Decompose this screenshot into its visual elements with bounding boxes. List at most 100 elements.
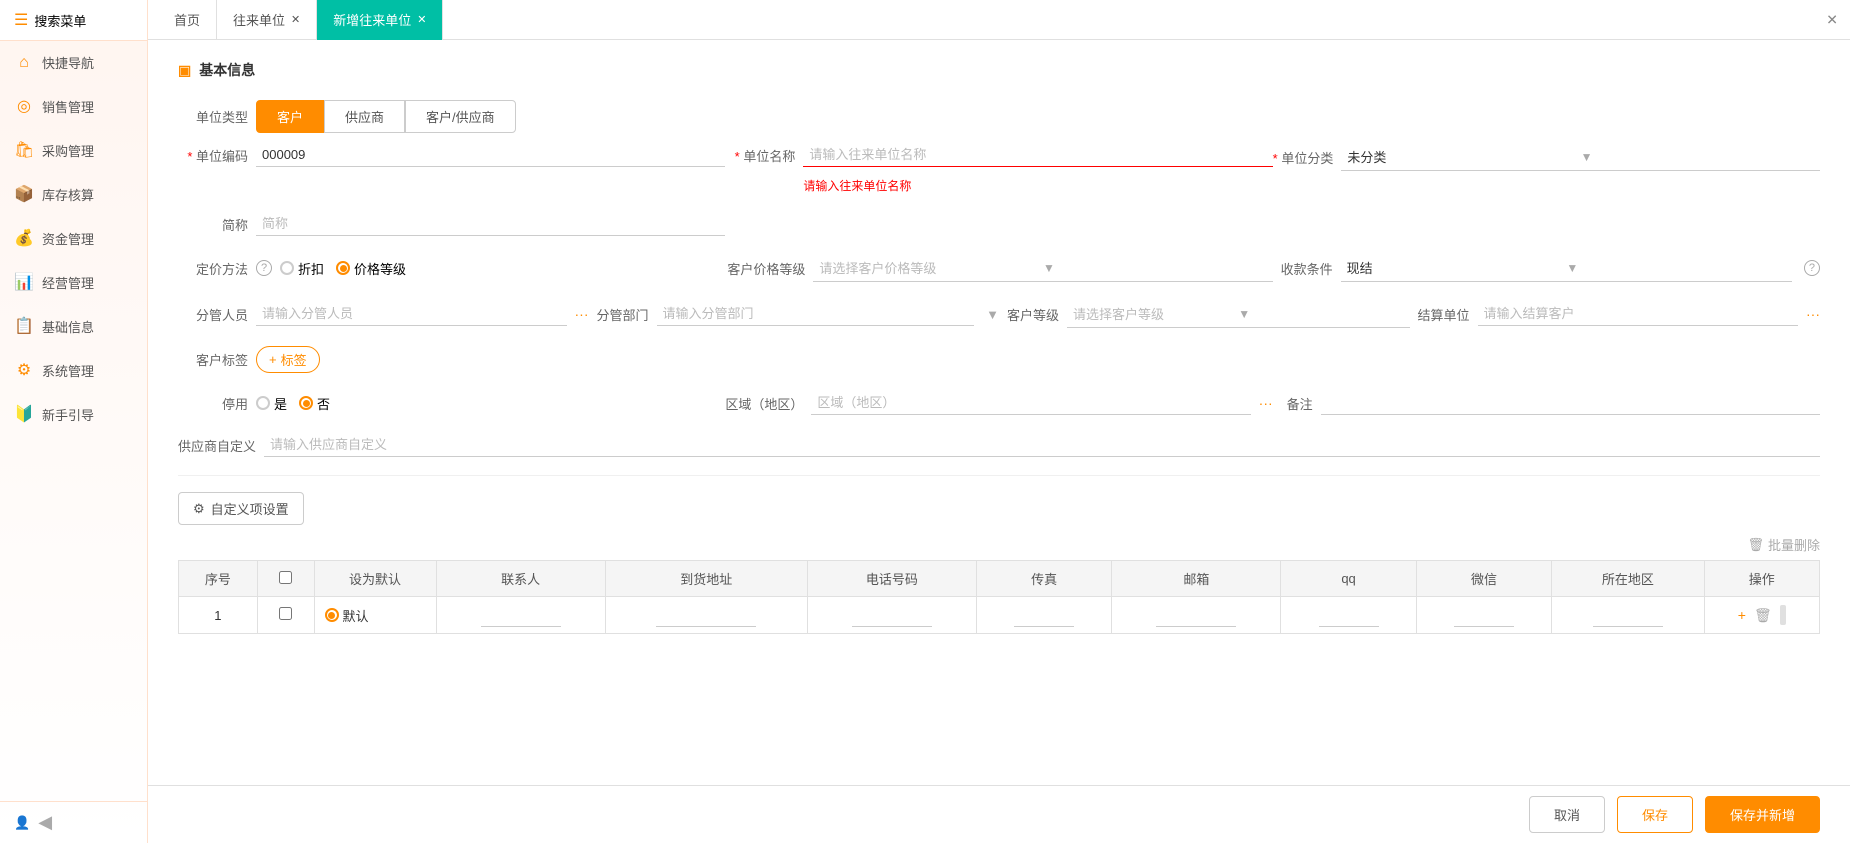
sidebar-item-label: 快捷导航 bbox=[42, 53, 94, 72]
tab-home[interactable]: 首页 bbox=[158, 0, 217, 40]
region-input[interactable] bbox=[811, 391, 1250, 415]
unit-code-input[interactable] bbox=[256, 143, 725, 167]
sidebar-item-sales[interactable]: ◎ 销售管理 bbox=[0, 84, 147, 128]
pricing-radio-discount[interactable]: 折扣 bbox=[280, 259, 324, 278]
bottom-bar: 取消 保存 保存并新增 bbox=[148, 785, 1850, 843]
cell-email bbox=[1112, 597, 1281, 634]
tab-home-label: 首页 bbox=[174, 10, 200, 29]
sidebar-item-label: 基础信息 bbox=[42, 317, 94, 336]
sidebar: ☰ 搜索菜单 ⌂ 快捷导航 ◎ 销售管理 🛍 采购管理 📦 库存核算 💰 资金管… bbox=[0, 0, 148, 843]
sidebar-item-system[interactable]: ⚙ 系统管理 bbox=[0, 348, 147, 392]
unit-code-label: 单位编码 bbox=[178, 146, 248, 165]
col-qq: qq bbox=[1281, 561, 1416, 597]
disabled-radio-group: 是 否 bbox=[256, 394, 330, 413]
payment-terms-group: 收款条件 现结 ▼ ? bbox=[1273, 254, 1820, 282]
save-new-button[interactable]: 保存并新增 bbox=[1705, 796, 1820, 833]
row-operations: + 🗑 bbox=[1715, 605, 1809, 625]
sidebar-item-quick-nav[interactable]: ⌂ 快捷导航 bbox=[0, 41, 147, 84]
tab-partners-label: 往来单位 bbox=[233, 10, 285, 29]
customer-price-level-select[interactable]: 请选择客户价格等级 ▼ bbox=[813, 254, 1272, 282]
row-checkbox[interactable] bbox=[279, 607, 292, 620]
region-table-input[interactable] bbox=[1593, 603, 1663, 627]
supplier-custom-input[interactable] bbox=[264, 433, 1820, 457]
manager-label: 分管人员 bbox=[178, 305, 248, 324]
phone-input[interactable] bbox=[852, 603, 932, 627]
settlement-more-icon[interactable]: ··· bbox=[1806, 306, 1820, 322]
pricing-grade-label: 价格等级 bbox=[354, 259, 406, 278]
purchase-icon: 🛍 bbox=[14, 140, 34, 160]
form-row-manager: 分管人员 ··· 分管部门 ▼ 客户等级 请选择客户等级 ▼ 结算单位 ··· bbox=[178, 300, 1820, 328]
disabled-group: 停用 是 否 bbox=[178, 394, 725, 413]
unit-name-input[interactable] bbox=[803, 143, 1272, 167]
batch-delete-label: 批量删除 bbox=[1768, 535, 1820, 554]
contact-input[interactable] bbox=[481, 603, 561, 627]
payment-terms-help-icon[interactable]: ? bbox=[1804, 260, 1820, 276]
settlement-unit-input[interactable] bbox=[1478, 302, 1799, 326]
short-name-label: 简称 bbox=[178, 215, 248, 234]
remark-input[interactable] bbox=[1321, 391, 1820, 415]
sidebar-item-basic-info[interactable]: 📋 基础信息 bbox=[0, 304, 147, 348]
payment-terms-select[interactable]: 现结 ▼ bbox=[1341, 254, 1792, 282]
tab-partners-close[interactable]: ✕ bbox=[291, 13, 300, 26]
sidebar-item-inventory[interactable]: 📦 库存核算 bbox=[0, 172, 147, 216]
dept-input[interactable] bbox=[657, 302, 975, 326]
unit-category-value: 未分类 bbox=[1347, 147, 1580, 166]
unit-category-select[interactable]: 未分类 ▼ bbox=[1341, 143, 1820, 171]
manager-more-icon[interactable]: ··· bbox=[575, 306, 589, 322]
close-all-tabs-button[interactable]: ✕ bbox=[1826, 11, 1838, 28]
short-name-input[interactable] bbox=[256, 212, 725, 236]
fax-input[interactable] bbox=[1014, 603, 1074, 627]
region-more-icon[interactable]: ··· bbox=[1259, 395, 1273, 411]
sidebar-item-guide[interactable]: 🔰 新手引导 bbox=[0, 392, 147, 436]
wechat-input[interactable] bbox=[1454, 603, 1514, 627]
supplier-custom-group: 供应商自定义 bbox=[178, 433, 1820, 457]
sidebar-collapse-icon[interactable]: ◀ bbox=[38, 812, 52, 833]
unit-type-customer-button[interactable]: 客户 bbox=[256, 100, 324, 133]
sidebar-item-operations[interactable]: 📊 经营管理 bbox=[0, 260, 147, 304]
pricing-help-icon[interactable]: ? bbox=[256, 260, 272, 276]
tab-new-partner-close[interactable]: ✕ bbox=[417, 13, 426, 26]
unit-type-supplier-button[interactable]: 供应商 bbox=[324, 100, 405, 133]
tab-partners[interactable]: 往来单位 ✕ bbox=[217, 0, 317, 40]
pricing-radio-grade[interactable]: 价格等级 bbox=[336, 259, 406, 278]
email-input[interactable] bbox=[1156, 603, 1236, 627]
customer-level-group: 客户等级 请选择客户等级 ▼ bbox=[999, 300, 1410, 328]
sidebar-item-purchase[interactable]: 🛍 采购管理 bbox=[0, 128, 147, 172]
delete-row-button[interactable]: 🗑 bbox=[1754, 607, 1772, 624]
drag-handle[interactable] bbox=[1780, 605, 1786, 625]
dept-group: 分管部门 ▼ bbox=[589, 302, 1000, 326]
manager-input[interactable] bbox=[256, 302, 567, 326]
no-label: 否 bbox=[317, 394, 330, 413]
operations-icon: 📊 bbox=[14, 272, 34, 292]
cancel-button[interactable]: 取消 bbox=[1529, 796, 1605, 833]
table-select-all[interactable] bbox=[279, 571, 292, 584]
col-phone: 电话号码 bbox=[807, 561, 976, 597]
section-title-text: 基本信息 bbox=[199, 60, 255, 80]
customer-level-label: 客户等级 bbox=[999, 305, 1059, 324]
add-row-button[interactable]: + bbox=[1738, 607, 1746, 623]
home-icon: ⌂ bbox=[14, 54, 34, 72]
set-default-radio[interactable]: 默认 bbox=[325, 606, 426, 625]
cell-fax bbox=[976, 597, 1111, 634]
unit-type-both-button[interactable]: 客户/供应商 bbox=[405, 100, 516, 133]
qq-input[interactable] bbox=[1319, 603, 1379, 627]
cell-contact bbox=[436, 597, 605, 634]
customer-tag-group: 客户标签 + 标签 bbox=[178, 346, 1820, 373]
tab-new-partner[interactable]: 新增往来单位 ✕ bbox=[317, 0, 443, 40]
address-input[interactable] bbox=[656, 603, 756, 627]
add-tag-button[interactable]: + 标签 bbox=[256, 346, 320, 373]
disabled-yes[interactable]: 是 bbox=[256, 394, 287, 413]
unit-code-group: 单位编码 bbox=[178, 143, 725, 167]
pricing-method-label: 定价方法 bbox=[178, 259, 248, 278]
sidebar-search[interactable]: ☰ 搜索菜单 bbox=[0, 0, 147, 41]
custom-settings-button[interactable]: ⚙ 自定义项设置 bbox=[178, 492, 304, 525]
sidebar-item-finance[interactable]: 💰 资金管理 bbox=[0, 216, 147, 260]
sidebar-bottom: 👤 ◀ bbox=[0, 801, 147, 843]
customer-tag-label: 客户标签 bbox=[178, 350, 248, 369]
cell-phone bbox=[807, 597, 976, 634]
save-button[interactable]: 保存 bbox=[1617, 796, 1693, 833]
customer-level-select[interactable]: 请选择客户等级 ▼ bbox=[1067, 300, 1410, 328]
disabled-no[interactable]: 否 bbox=[299, 394, 330, 413]
tab-bar: 首页 往来单位 ✕ 新增往来单位 ✕ ✕ bbox=[148, 0, 1850, 40]
batch-delete-button[interactable]: 🗑 批量删除 bbox=[1747, 535, 1820, 554]
